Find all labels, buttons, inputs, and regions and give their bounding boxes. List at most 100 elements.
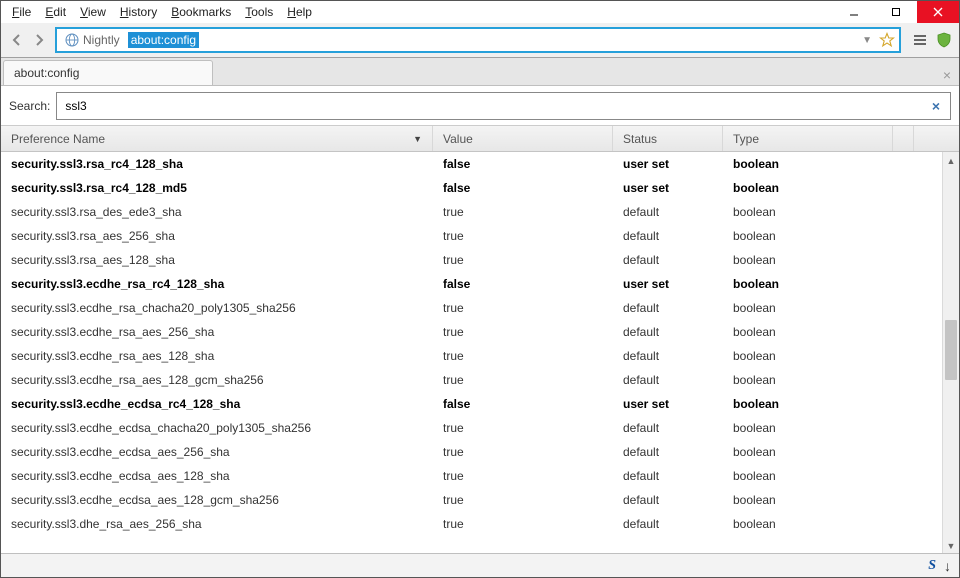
table-row[interactable]: security.ssl3.ecdhe_rsa_rc4_128_shafalse…: [1, 272, 942, 296]
cell-type: boolean: [723, 421, 893, 435]
cell-name: security.ssl3.dhe_rsa_aes_256_sha: [1, 517, 433, 531]
cell-value: false: [433, 397, 613, 411]
column-value[interactable]: Value: [433, 126, 613, 151]
cell-name: security.ssl3.ecdhe_rsa_rc4_128_sha: [1, 277, 433, 291]
table-row[interactable]: security.ssl3.ecdhe_ecdsa_aes_128_gcm_sh…: [1, 488, 942, 512]
minimize-button[interactable]: [833, 1, 875, 23]
search-input-wrap: ×: [56, 92, 951, 120]
table-row[interactable]: security.ssl3.rsa_des_ede3_shatruedefaul…: [1, 200, 942, 224]
cell-status: default: [613, 517, 723, 531]
table-row[interactable]: security.ssl3.ecdhe_rsa_chacha20_poly130…: [1, 296, 942, 320]
cell-status: user set: [613, 277, 723, 291]
forward-button[interactable]: [29, 30, 49, 50]
cell-type: boolean: [723, 277, 893, 291]
status-s-icon[interactable]: S: [928, 558, 936, 574]
table-row[interactable]: security.ssl3.ecdhe_rsa_aes_256_shatrued…: [1, 320, 942, 344]
cell-name: security.ssl3.ecdhe_ecdsa_aes_128_gcm_sh…: [1, 493, 433, 507]
table-row[interactable]: security.ssl3.dhe_rsa_aes_256_shatruedef…: [1, 512, 942, 536]
cell-value: true: [433, 349, 613, 363]
cell-type: boolean: [723, 373, 893, 387]
menu-history[interactable]: History: [113, 3, 164, 21]
cell-value: true: [433, 229, 613, 243]
status-download-icon[interactable]: ↓: [944, 558, 951, 574]
column-label: Type: [733, 132, 759, 146]
table-row[interactable]: security.ssl3.ecdhe_rsa_aes_128_gcm_sha2…: [1, 368, 942, 392]
tabstrip-close-icon[interactable]: ×: [937, 65, 957, 85]
table-row[interactable]: security.ssl3.ecdhe_ecdsa_rc4_128_shafal…: [1, 392, 942, 416]
column-label: Status: [623, 132, 657, 146]
table-body: security.ssl3.rsa_rc4_128_shafalseuser s…: [1, 152, 942, 555]
cell-status: default: [613, 325, 723, 339]
column-picker-icon[interactable]: [893, 126, 914, 151]
status-bar: S ↓: [1, 553, 959, 577]
column-type[interactable]: Type: [723, 126, 893, 151]
cell-name: security.ssl3.ecdhe_ecdsa_rc4_128_sha: [1, 397, 433, 411]
nav-arrows: [7, 30, 49, 50]
cell-status: default: [613, 253, 723, 267]
cell-name: security.ssl3.ecdhe_rsa_aes_128_sha: [1, 349, 433, 363]
cell-status: default: [613, 493, 723, 507]
cell-name: security.ssl3.ecdhe_rsa_chacha20_poly130…: [1, 301, 433, 315]
cell-type: boolean: [723, 397, 893, 411]
table-row[interactable]: security.ssl3.rsa_rc4_128_shafalseuser s…: [1, 152, 942, 176]
cell-value: true: [433, 253, 613, 267]
clear-search-icon[interactable]: ×: [930, 98, 942, 114]
table-row[interactable]: security.ssl3.ecdhe_ecdsa_aes_256_shatru…: [1, 440, 942, 464]
column-preference-name[interactable]: Preference Name ▼: [1, 126, 433, 151]
column-label: Preference Name: [11, 132, 105, 146]
bookmark-star-icon[interactable]: [879, 32, 895, 48]
close-button[interactable]: [917, 1, 959, 23]
url-dropdown-icon[interactable]: ▼: [859, 35, 875, 46]
cell-type: boolean: [723, 157, 893, 171]
url-text[interactable]: about:config: [128, 32, 199, 48]
cell-status: default: [613, 421, 723, 435]
cell-status: user set: [613, 157, 723, 171]
table-row[interactable]: security.ssl3.ecdhe_ecdsa_aes_128_shatru…: [1, 464, 942, 488]
menu-edit[interactable]: Edit: [38, 3, 73, 21]
sort-indicator-icon: ▼: [413, 134, 422, 144]
column-status[interactable]: Status: [613, 126, 723, 151]
table-row[interactable]: security.ssl3.ecdhe_ecdsa_chacha20_poly1…: [1, 416, 942, 440]
table-row[interactable]: security.ssl3.ecdhe_rsa_aes_128_shatrued…: [1, 344, 942, 368]
shield-icon[interactable]: [935, 31, 953, 49]
cell-name: security.ssl3.rsa_aes_256_sha: [1, 229, 433, 243]
table-row[interactable]: security.ssl3.rsa_aes_128_shatruedefault…: [1, 248, 942, 272]
cell-status: user set: [613, 181, 723, 195]
vertical-scrollbar[interactable]: ▲ ▼: [942, 152, 959, 555]
table-row[interactable]: security.ssl3.rsa_aes_256_shatruedefault…: [1, 224, 942, 248]
back-button[interactable]: [7, 30, 27, 50]
menu-file[interactable]: File: [5, 3, 38, 21]
cell-name: security.ssl3.rsa_aes_128_sha: [1, 253, 433, 267]
cell-name: security.ssl3.ecdhe_rsa_aes_128_gcm_sha2…: [1, 373, 433, 387]
scroll-thumb[interactable]: [945, 320, 957, 380]
cell-status: default: [613, 445, 723, 459]
menu-help[interactable]: Help: [280, 3, 319, 21]
menu-bookmarks[interactable]: Bookmarks: [164, 3, 238, 21]
scroll-track[interactable]: [943, 170, 959, 537]
cell-value: true: [433, 301, 613, 315]
cell-name: security.ssl3.ecdhe_ecdsa_chacha20_poly1…: [1, 421, 433, 435]
cell-value: true: [433, 325, 613, 339]
cell-value: true: [433, 445, 613, 459]
cell-name: security.ssl3.ecdhe_ecdsa_aes_128_sha: [1, 469, 433, 483]
tab-about-config[interactable]: about:config: [3, 60, 213, 85]
menu-tools[interactable]: Tools: [238, 3, 280, 21]
cell-status: user set: [613, 397, 723, 411]
cell-name: security.ssl3.rsa_rc4_128_sha: [1, 157, 433, 171]
menu-hamburger-icon[interactable]: [911, 31, 929, 49]
scroll-up-icon[interactable]: ▲: [943, 152, 959, 170]
menu-view[interactable]: View: [73, 3, 113, 21]
url-bar[interactable]: Nightly about:config ▼: [55, 27, 901, 53]
table-row[interactable]: security.ssl3.rsa_rc4_128_md5falseuser s…: [1, 176, 942, 200]
cell-type: boolean: [723, 349, 893, 363]
cell-value: true: [433, 373, 613, 387]
nav-toolbar: Nightly about:config ▼: [1, 23, 959, 58]
tab-strip: about:config ×: [1, 58, 959, 86]
cell-value: false: [433, 157, 613, 171]
identity-box[interactable]: Nightly: [61, 33, 124, 47]
cell-type: boolean: [723, 517, 893, 531]
column-label: Value: [443, 132, 473, 146]
cell-value: true: [433, 469, 613, 483]
search-input[interactable]: [65, 99, 929, 113]
maximize-button[interactable]: [875, 1, 917, 23]
